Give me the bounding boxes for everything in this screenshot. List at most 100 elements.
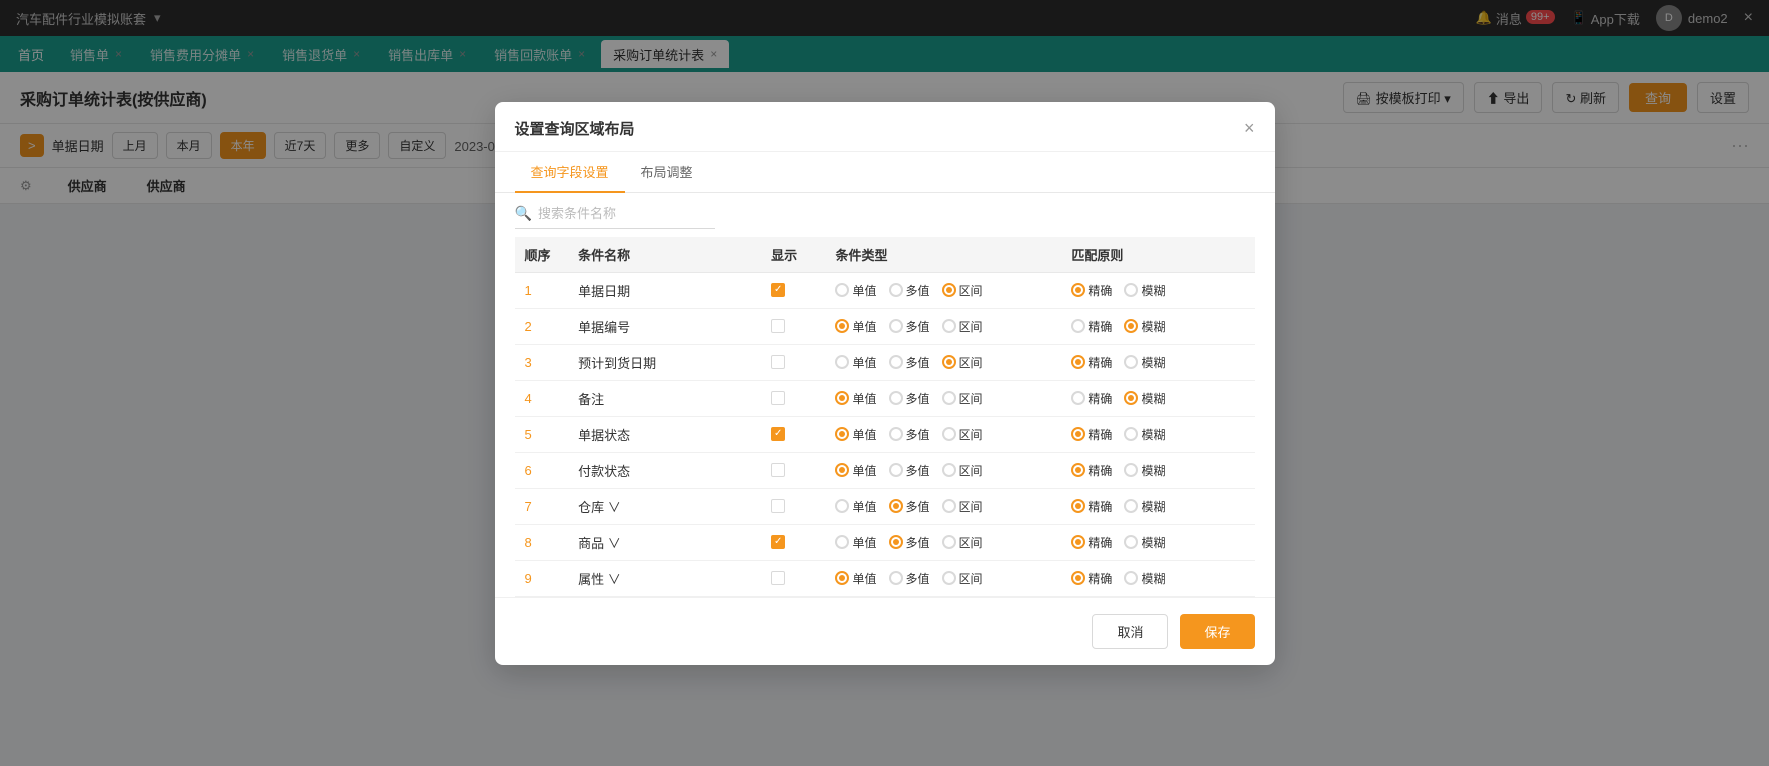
radio-multi-circle[interactable] (889, 499, 903, 513)
radio-fuzzy-circle[interactable] (1124, 571, 1138, 585)
type-multi-radio[interactable]: 多值 (889, 318, 930, 335)
radio-range-circle[interactable] (942, 463, 956, 477)
show-checkbox[interactable] (771, 319, 785, 333)
radio-single-circle[interactable] (835, 499, 849, 513)
radio-exact-circle[interactable] (1071, 427, 1085, 441)
type-single-radio[interactable]: 单值 (835, 534, 876, 551)
show-checkbox[interactable] (771, 499, 785, 513)
type-range-radio[interactable]: 区间 (942, 498, 983, 515)
match-exact-radio[interactable]: 精确 (1071, 318, 1112, 335)
match-exact-radio[interactable]: 精确 (1071, 534, 1112, 551)
type-multi-radio[interactable]: 多值 (889, 534, 930, 551)
row-show[interactable] (761, 524, 825, 560)
radio-single-circle[interactable] (835, 571, 849, 585)
match-exact-radio[interactable]: 精确 (1071, 282, 1112, 299)
type-range-radio[interactable]: 区间 (942, 570, 983, 587)
radio-multi-circle[interactable] (889, 463, 903, 477)
radio-exact-circle[interactable] (1071, 571, 1085, 585)
radio-exact-circle[interactable] (1071, 391, 1085, 405)
type-single-radio[interactable]: 单值 (835, 318, 876, 335)
type-multi-radio[interactable]: 多值 (889, 390, 930, 407)
type-multi-radio[interactable]: 多值 (889, 354, 930, 371)
row-show[interactable] (761, 452, 825, 488)
radio-fuzzy-circle[interactable] (1124, 427, 1138, 441)
radio-single-circle[interactable] (835, 391, 849, 405)
radio-single-circle[interactable] (835, 463, 849, 477)
row-show[interactable] (761, 416, 825, 452)
tab-layout-adjust[interactable]: 布局调整 (625, 152, 709, 193)
radio-fuzzy-circle[interactable] (1124, 319, 1138, 333)
row-show[interactable] (761, 344, 825, 380)
type-single-radio[interactable]: 单值 (835, 570, 876, 587)
radio-single-circle[interactable] (835, 355, 849, 369)
show-checkbox[interactable] (771, 571, 785, 585)
row-show[interactable] (761, 308, 825, 344)
match-exact-radio[interactable]: 精确 (1071, 570, 1112, 587)
radio-multi-circle[interactable] (889, 355, 903, 369)
type-multi-radio[interactable]: 多值 (889, 426, 930, 443)
radio-exact-circle[interactable] (1071, 283, 1085, 297)
row-show[interactable] (761, 380, 825, 416)
row-show[interactable] (761, 560, 825, 596)
type-multi-radio[interactable]: 多值 (889, 570, 930, 587)
tab-query-fields[interactable]: 查询字段设置 (515, 152, 625, 193)
modal-close-button[interactable]: × (1244, 118, 1255, 139)
search-input[interactable] (538, 206, 698, 221)
match-exact-radio[interactable]: 精确 (1071, 390, 1112, 407)
type-single-radio[interactable]: 单值 (835, 354, 876, 371)
match-fuzzy-radio[interactable]: 模糊 (1124, 318, 1165, 335)
radio-multi-circle[interactable] (889, 283, 903, 297)
match-fuzzy-radio[interactable]: 模糊 (1124, 426, 1165, 443)
radio-multi-circle[interactable] (889, 571, 903, 585)
save-button[interactable]: 保存 (1180, 614, 1254, 649)
match-fuzzy-radio[interactable]: 模糊 (1124, 390, 1165, 407)
radio-multi-circle[interactable] (889, 319, 903, 333)
type-single-radio[interactable]: 单值 (835, 462, 876, 479)
type-single-radio[interactable]: 单值 (835, 282, 876, 299)
radio-range-circle[interactable] (942, 355, 956, 369)
radio-exact-circle[interactable] (1071, 463, 1085, 477)
radio-exact-circle[interactable] (1071, 319, 1085, 333)
type-multi-radio[interactable]: 多值 (889, 498, 930, 515)
type-range-radio[interactable]: 区间 (942, 534, 983, 551)
type-range-radio[interactable]: 区间 (942, 354, 983, 371)
show-checkbox[interactable] (771, 283, 785, 297)
match-exact-radio[interactable]: 精确 (1071, 462, 1112, 479)
radio-fuzzy-circle[interactable] (1124, 355, 1138, 369)
match-fuzzy-radio[interactable]: 模糊 (1124, 570, 1165, 587)
match-exact-radio[interactable]: 精确 (1071, 354, 1112, 371)
type-single-radio[interactable]: 单值 (835, 390, 876, 407)
radio-exact-circle[interactable] (1071, 535, 1085, 549)
show-checkbox[interactable] (771, 355, 785, 369)
match-fuzzy-radio[interactable]: 模糊 (1124, 462, 1165, 479)
show-checkbox[interactable] (771, 463, 785, 477)
radio-fuzzy-circle[interactable] (1124, 499, 1138, 513)
type-single-radio[interactable]: 单值 (835, 498, 876, 515)
type-multi-radio[interactable]: 多值 (889, 282, 930, 299)
radio-multi-circle[interactable] (889, 391, 903, 405)
show-checkbox[interactable] (771, 391, 785, 405)
show-checkbox[interactable] (771, 427, 785, 441)
row-show[interactable] (761, 488, 825, 524)
radio-fuzzy-circle[interactable] (1124, 391, 1138, 405)
match-exact-radio[interactable]: 精确 (1071, 426, 1112, 443)
match-fuzzy-radio[interactable]: 模糊 (1124, 534, 1165, 551)
radio-range-circle[interactable] (942, 319, 956, 333)
radio-range-circle[interactable] (942, 535, 956, 549)
match-exact-radio[interactable]: 精确 (1071, 498, 1112, 515)
radio-multi-circle[interactable] (889, 427, 903, 441)
type-range-radio[interactable]: 区间 (942, 390, 983, 407)
radio-fuzzy-circle[interactable] (1124, 463, 1138, 477)
type-range-radio[interactable]: 区间 (942, 426, 983, 443)
radio-range-circle[interactable] (942, 571, 956, 585)
radio-exact-circle[interactable] (1071, 499, 1085, 513)
type-multi-radio[interactable]: 多值 (889, 462, 930, 479)
radio-fuzzy-circle[interactable] (1124, 535, 1138, 549)
radio-range-circle[interactable] (942, 499, 956, 513)
cancel-button[interactable]: 取消 (1092, 614, 1168, 649)
match-fuzzy-radio[interactable]: 模糊 (1124, 354, 1165, 371)
radio-exact-circle[interactable] (1071, 355, 1085, 369)
radio-fuzzy-circle[interactable] (1124, 283, 1138, 297)
match-fuzzy-radio[interactable]: 模糊 (1124, 498, 1165, 515)
radio-single-circle[interactable] (835, 283, 849, 297)
